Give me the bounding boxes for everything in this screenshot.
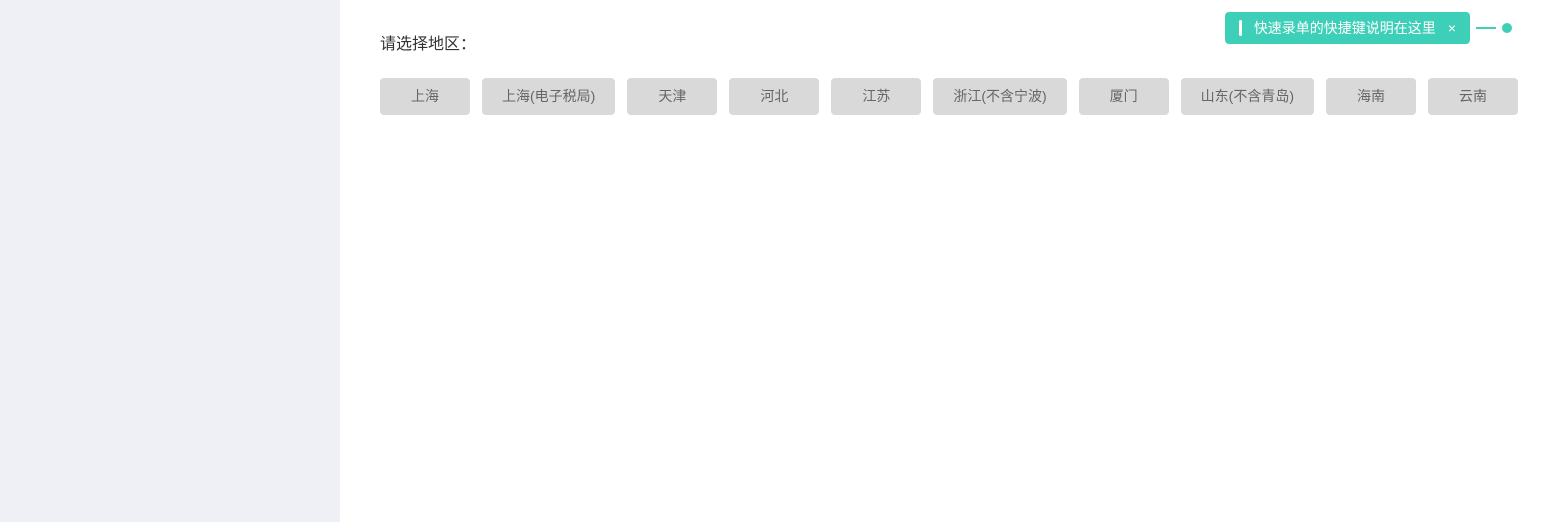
region-button-shanghai[interactable]: 上海 xyxy=(380,78,470,115)
tooltip-line xyxy=(1476,27,1496,29)
sidebar xyxy=(0,0,340,522)
tooltip-container: 快速录单的快捷键说明在这里 × xyxy=(1225,12,1512,44)
region-button-xiamen[interactable]: 厦门 xyxy=(1079,78,1169,115)
region-button-shanghai-etax[interactable]: 上海(电子税局) xyxy=(482,78,615,115)
region-button-zhejiang[interactable]: 浙江(不含宁波) xyxy=(933,78,1066,115)
tooltip-bubble: 快速录单的快捷键说明在这里 × xyxy=(1225,12,1470,44)
region-button-yunnan[interactable]: 云南 xyxy=(1428,78,1518,115)
region-grid: 上海上海(电子税局) 天津河北江苏浙江(不含宁波) 厦门山东(不含青岛) 海南云南 xyxy=(380,78,1522,115)
main-content: 请选择地区： 上海上海(电子税局)天津河北江苏浙江(不含宁波)厦门山东(不含青岛… xyxy=(340,0,1562,522)
region-button-hainan[interactable]: 海南 xyxy=(1326,78,1416,115)
tooltip-text: 快速录单的快捷键说明在这里 xyxy=(1254,18,1436,38)
tooltip-close-button[interactable]: × xyxy=(1448,20,1456,36)
tooltip-dot xyxy=(1502,23,1512,33)
region-button-tianjin[interactable]: 天津 xyxy=(627,78,717,115)
region-button-shandong[interactable]: 山东(不含青岛) xyxy=(1181,78,1314,115)
region-button-hebei[interactable]: 河北 xyxy=(729,78,819,115)
region-button-jiangsu[interactable]: 江苏 xyxy=(831,78,921,115)
